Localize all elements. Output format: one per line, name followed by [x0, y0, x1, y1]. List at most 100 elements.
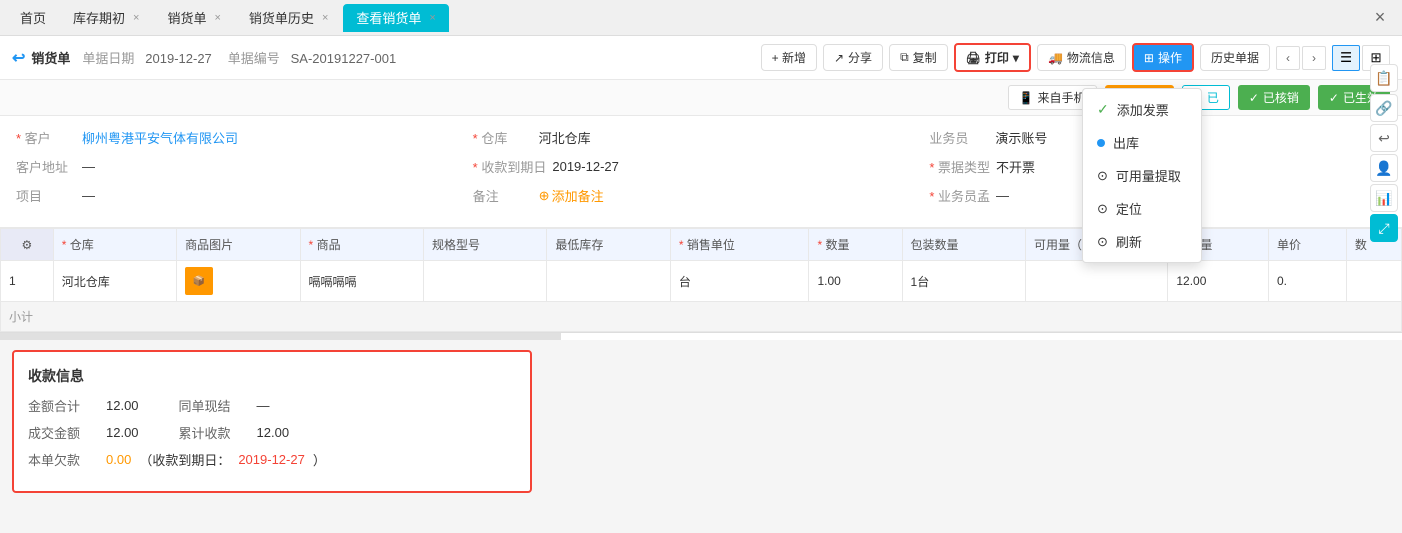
sales-staff-value: — [996, 188, 1009, 203]
right-sidebar: 📋 🔗 ↩ 👤 📊 ⤢ [1366, 60, 1402, 246]
nav-arrows: ‹ › [1276, 46, 1326, 70]
cell-product: 嗝嗝嗝嗝 [300, 261, 423, 302]
tab-sales[interactable]: 销货单 × [154, 4, 233, 32]
check-invoice-icon: ✓ [1097, 101, 1109, 118]
tab-inventory[interactable]: 库存期初 × [60, 4, 152, 32]
col-warehouse: 仓库 [53, 229, 176, 261]
col-settings[interactable]: ⚙ [1, 229, 54, 261]
new-button[interactable]: + 新增 [761, 44, 817, 71]
history-button[interactable]: 历史单据 [1200, 44, 1270, 71]
col-unit: 销售单位 [670, 229, 809, 261]
subtotal-label: 小计 [1, 302, 1402, 332]
sidebar-back-icon[interactable]: ↩ [1370, 124, 1398, 152]
customer-label: 客户 [16, 128, 76, 147]
amount-total-label: 金额合计 [28, 396, 98, 415]
operation-button[interactable]: ⊞ 操作 [1132, 43, 1194, 72]
cell-available [1025, 261, 1167, 302]
sidebar-doc-icon[interactable]: 📋 [1370, 64, 1398, 92]
amount-total-value: 12.00 [106, 398, 139, 413]
cell-price: 0. [1269, 261, 1347, 302]
locate-icon: ⊙ [1097, 201, 1108, 217]
available-qty-item[interactable]: ⊙ 可用量提取 [1083, 159, 1201, 192]
payment-row-3: 本单欠款 0.00 （收款到期日： 2019-12-27 ） [28, 450, 516, 469]
cell-index: 1 [1, 261, 54, 302]
warehouse-label: 仓库 [473, 128, 533, 147]
copy-button[interactable]: ⧉ 复制 [889, 44, 948, 71]
payment-date-group: 收款到期日 2019-12-27 [473, 157, 930, 176]
cumulative-label: 累计收款 [179, 423, 249, 442]
prev-button[interactable]: ‹ [1276, 46, 1300, 70]
cell-quantity: 1.00 [809, 261, 902, 302]
doc-title: ↩ 销货单 [12, 48, 70, 68]
tab-home-label: 首页 [20, 8, 46, 27]
col-price: 单价 [1269, 229, 1347, 261]
tab-view-sales-label: 查看销货单 [356, 8, 421, 27]
date-label: 单据日期 2019-12-27 [82, 48, 211, 67]
print-dropdown-icon: ▾ [1013, 51, 1019, 65]
col-product: 商品 [300, 229, 423, 261]
horizontal-scrollbar[interactable] [0, 332, 1402, 340]
due-prefix: （收款到期日： [139, 450, 230, 469]
toolbar-right: + 新增 ↗ 分享 ⧉ 复制 🖨 打印 ▾ 🚚 物流信息 ⊞ 操作 [761, 43, 1390, 72]
toolbar-left: ↩ 销货单 单据日期 2019-12-27 单据编号 SA-20191227-0… [12, 48, 396, 68]
cell-unit: 台 [670, 261, 809, 302]
refresh-item[interactable]: ⊙ 刷新 [1083, 225, 1201, 258]
tab-sales-history-close[interactable]: × [322, 12, 328, 24]
locate-item[interactable]: ⊙ 定位 [1083, 192, 1201, 225]
payment-date-label: 收款到期日 [473, 157, 547, 176]
note-label: 备注 [473, 186, 533, 205]
next-button[interactable]: › [1302, 46, 1326, 70]
deal-amount-value: 12.00 [106, 425, 139, 440]
tab-home[interactable]: 首页 [8, 4, 58, 32]
customer-value[interactable]: 柳州粤港平安气体有限公司 [82, 128, 238, 147]
address-group: 客户地址 — [16, 157, 473, 176]
tab-view-sales-close[interactable]: × [429, 12, 435, 24]
logistics-button[interactable]: 🚚 物流信息 [1037, 44, 1126, 71]
tab-sales-close[interactable]: × [214, 12, 220, 24]
check-circle-icon: ✓ [1249, 91, 1259, 105]
add-invoice-item[interactable]: ✓ 添加发票 [1083, 93, 1201, 126]
sales-staff-label: 业务员孟 [929, 186, 990, 205]
staff-value: 演示账号 [995, 128, 1047, 147]
available-qty-icon: ⊙ [1097, 168, 1108, 184]
col-min-stock: 最低库存 [547, 229, 670, 261]
number-label: 单据编号 SA-20191227-001 [228, 48, 396, 67]
add-note-button[interactable]: 添加备注 [539, 186, 604, 205]
tab-inventory-close[interactable]: × [133, 12, 139, 24]
address-value: — [82, 159, 95, 174]
tab-sales-history[interactable]: 销货单历史 × [236, 4, 341, 32]
cell-current-stock: 12.00 [1168, 261, 1269, 302]
outbound-item[interactable]: 出库 [1083, 126, 1201, 159]
staff-label: 业务员 [929, 128, 989, 147]
project-label: 项目 [16, 186, 76, 205]
list-view-button[interactable]: ☰ [1332, 45, 1360, 71]
check-circle2-icon: ✓ [1329, 91, 1339, 105]
window-close-button[interactable]: × [1366, 4, 1394, 32]
payment-row-1: 金额合计 12.00 同单现结 — [28, 396, 516, 415]
sold-button[interactable]: ✓ 已核销 [1238, 85, 1310, 110]
warehouse-value: 河北仓库 [539, 128, 591, 147]
cell-warehouse: 河北仓库 [53, 261, 176, 302]
cell-spec [423, 261, 546, 302]
operation-dropdown: ✓ 添加发票 出库 ⊙ 可用量提取 ⊙ 定位 ⊙ 刷新 [1082, 88, 1202, 263]
sidebar-link-icon[interactable]: 🔗 [1370, 94, 1398, 122]
outbound-label: 出库 [1113, 133, 1139, 152]
due-date: 2019-12-27 [238, 452, 305, 467]
print-button[interactable]: 🖨 打印 ▾ [954, 43, 1031, 72]
number-value: SA-20191227-001 [291, 51, 397, 66]
sidebar-user-icon[interactable]: 👤 [1370, 154, 1398, 182]
sidebar-chart-icon[interactable]: 📊 [1370, 184, 1398, 212]
payment-title: 收款信息 [28, 366, 516, 386]
share-button[interactable]: ↗ 分享 [823, 44, 883, 71]
arrears-item: 本单欠款 0.00 （收款到期日： 2019-12-27 ） [28, 450, 326, 469]
ticket-type-value: 不开票 [996, 157, 1035, 176]
tab-view-sales[interactable]: 查看销货单 × [343, 4, 448, 32]
sidebar-expand-icon[interactable]: ⤢ [1370, 214, 1398, 242]
cumulative-item: 累计收款 12.00 [179, 423, 290, 442]
amount-total-item: 金额合计 12.00 [28, 396, 139, 415]
table-row: 1 河北仓库 📦 嗝嗝嗝嗝 台 1.00 1台 12.00 0. [1, 261, 1402, 302]
phone-icon: 📱 [1019, 91, 1034, 105]
note-group: 备注 添加备注 [473, 186, 930, 205]
subtotal-row: 小计 [1, 302, 1402, 332]
deal-amount-item: 成交金额 12.00 [28, 423, 139, 442]
